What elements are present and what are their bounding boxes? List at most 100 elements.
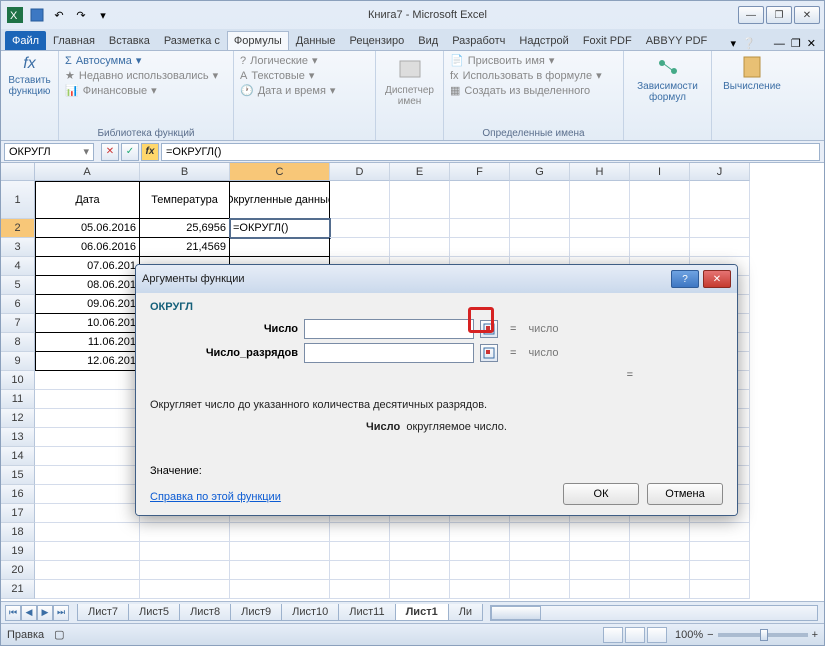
row-header[interactable]: 2 (1, 219, 35, 238)
tab-home[interactable]: Главная (46, 31, 102, 50)
qat-undo-icon[interactable]: ↶ (49, 5, 69, 25)
cell[interactable] (570, 238, 630, 257)
cell[interactable] (390, 219, 450, 238)
cell[interactable]: 07.06.201 (35, 257, 140, 276)
datetime-button[interactable]: 🕐Дата и время▾ (240, 83, 369, 98)
cell[interactable] (630, 238, 690, 257)
logical-button[interactable]: ?Логические▾ (240, 53, 369, 68)
dialog-help-button[interactable]: ? (671, 270, 699, 288)
ribbon-expand-icon[interactable]: ▾ (731, 37, 737, 50)
row-header[interactable]: 7 (1, 314, 35, 333)
row-header[interactable]: 10 (1, 371, 35, 390)
cell[interactable] (510, 561, 570, 580)
column-header-B[interactable]: B (140, 163, 230, 181)
window-minimize-button[interactable]: — (738, 6, 764, 24)
tab-abbyypdf[interactable]: ABBYY PDF (639, 31, 715, 50)
arg2-range-button[interactable] (480, 344, 498, 362)
cell[interactable] (630, 219, 690, 238)
row-header[interactable]: 4 (1, 257, 35, 276)
tab-addins[interactable]: Надстрой (512, 31, 575, 50)
column-header-E[interactable]: E (390, 163, 450, 181)
cell[interactable] (35, 561, 140, 580)
cell[interactable] (230, 580, 330, 599)
cell[interactable]: 09.06.201 (35, 295, 140, 314)
zoom-slider[interactable] (718, 633, 808, 637)
cell[interactable] (35, 523, 140, 542)
sheet-prev-button[interactable]: ◀ (21, 605, 37, 621)
name-manager-button[interactable]: Диспетчер имен (382, 53, 437, 109)
window-restore-button[interactable]: ❐ (766, 6, 792, 24)
dialog-help-link[interactable]: Справка по этой функции (150, 491, 281, 503)
dialog-close-button[interactable]: ✕ (703, 270, 731, 288)
sheet-tab[interactable]: Лист5 (128, 604, 180, 621)
doc-minimize-icon[interactable]: — (774, 38, 785, 50)
cell[interactable] (230, 523, 330, 542)
doc-restore-icon[interactable]: ❐ (791, 37, 801, 50)
cell[interactable] (330, 181, 390, 219)
cell[interactable] (510, 580, 570, 599)
cell[interactable]: 21,4569 (140, 238, 230, 257)
cell[interactable] (450, 238, 510, 257)
cell[interactable] (35, 504, 140, 523)
zoom-level[interactable]: 100% (675, 629, 703, 641)
zoom-out-button[interactable]: − (707, 629, 713, 641)
dialog-cancel-button[interactable]: Отмена (647, 483, 723, 505)
cell[interactable] (35, 580, 140, 599)
cell[interactable] (690, 238, 750, 257)
cell[interactable] (35, 428, 140, 447)
cell[interactable] (690, 523, 750, 542)
cell[interactable] (630, 181, 690, 219)
cell[interactable] (570, 523, 630, 542)
cell[interactable] (35, 371, 140, 390)
cell[interactable]: Округленные данные (230, 181, 330, 219)
row-header[interactable]: 19 (1, 542, 35, 561)
text-button[interactable]: AТекстовые▾ (240, 68, 369, 83)
macro-record-icon[interactable]: ▢ (54, 628, 64, 641)
row-header[interactable]: 8 (1, 333, 35, 352)
sheet-tab[interactable]: Лист1 (395, 604, 449, 621)
tab-file[interactable]: Файл (5, 31, 46, 50)
cell[interactable] (510, 238, 570, 257)
column-header-I[interactable]: I (630, 163, 690, 181)
sheet-tab[interactable]: Лист9 (230, 604, 282, 621)
financial-button[interactable]: 📊Финансовые▾ (65, 83, 227, 98)
cell[interactable] (35, 542, 140, 561)
tab-data[interactable]: Данные (289, 31, 343, 50)
horizontal-scrollbar[interactable] (490, 605, 818, 621)
row-header[interactable]: 1 (1, 181, 35, 219)
row-header[interactable]: 21 (1, 580, 35, 599)
sheet-tab[interactable]: Лист8 (179, 604, 231, 621)
cell[interactable]: 25,6956 (140, 219, 230, 238)
cell[interactable] (330, 219, 390, 238)
cell[interactable]: 10.06.201 (35, 314, 140, 333)
select-all-corner[interactable] (1, 163, 35, 181)
use-in-formula-button[interactable]: fxИспользовать в формуле▾ (450, 68, 617, 83)
cell[interactable] (330, 561, 390, 580)
row-header[interactable]: 12 (1, 409, 35, 428)
tab-review[interactable]: Рецензиро (343, 31, 412, 50)
cell[interactable]: 06.06.2016 (35, 238, 140, 257)
cell[interactable] (330, 238, 390, 257)
cell[interactable]: 11.06.201 (35, 333, 140, 352)
cell[interactable] (330, 523, 390, 542)
row-header[interactable]: 16 (1, 485, 35, 504)
column-header-A[interactable]: A (35, 163, 140, 181)
cell[interactable] (450, 219, 510, 238)
sheet-first-button[interactable]: ⏮ (5, 605, 21, 621)
cell[interactable] (390, 542, 450, 561)
row-header[interactable]: 6 (1, 295, 35, 314)
view-pagebreak-button[interactable] (647, 627, 667, 643)
cell[interactable] (690, 542, 750, 561)
window-close-button[interactable]: ✕ (794, 6, 820, 24)
cell[interactable] (510, 181, 570, 219)
zoom-in-button[interactable]: + (812, 629, 818, 641)
cell[interactable] (630, 542, 690, 561)
cell[interactable] (450, 542, 510, 561)
cell[interactable] (450, 523, 510, 542)
cell[interactable] (630, 561, 690, 580)
tab-formulas[interactable]: Формулы (227, 31, 289, 50)
tab-foxitpdf[interactable]: Foxit PDF (576, 31, 639, 50)
insert-function-button[interactable]: fx Вставить функцию (7, 53, 52, 99)
cell[interactable] (690, 219, 750, 238)
tab-developer[interactable]: Разработч (445, 31, 512, 50)
